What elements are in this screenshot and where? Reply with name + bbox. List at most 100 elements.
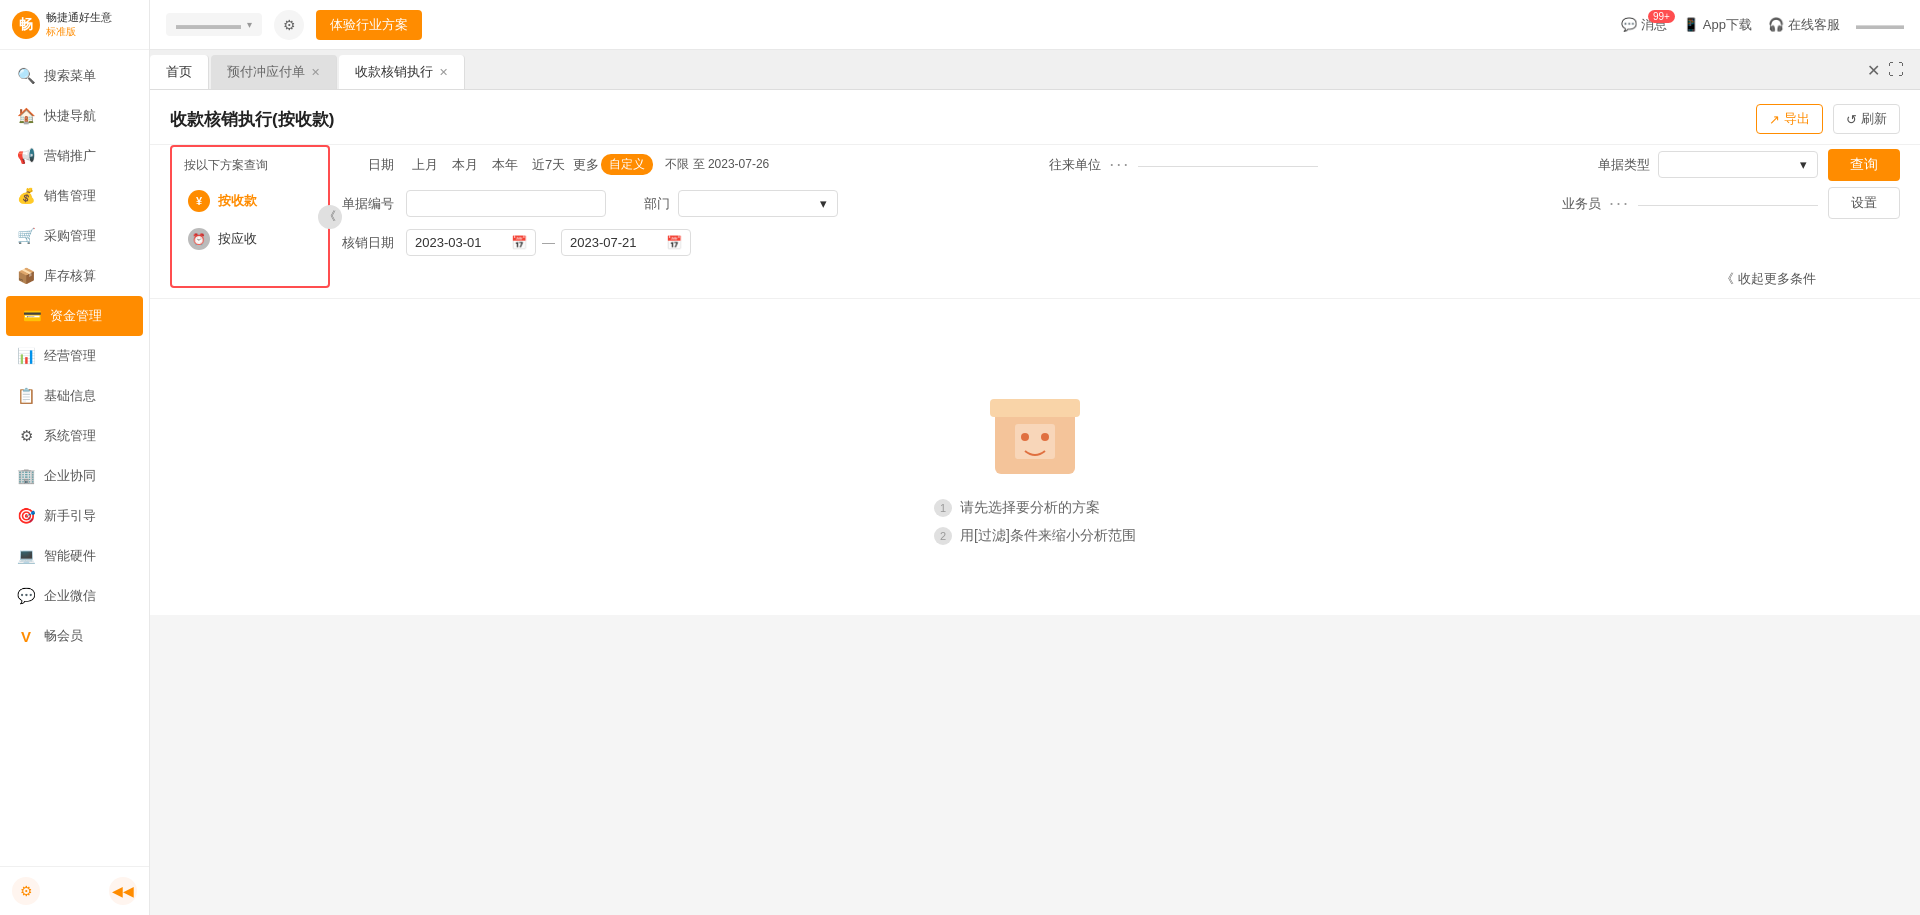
export-icon: ↗: [1769, 112, 1780, 127]
query-btn[interactable]: 查询: [1828, 149, 1900, 181]
date-7days[interactable]: 近7天: [526, 154, 571, 176]
dept-label: 部门: [618, 195, 670, 213]
sidebar-item-operation[interactable]: 📊 经营管理: [0, 336, 149, 376]
sidebar-item-finance[interactable]: 💳 资金管理: [6, 296, 143, 336]
member-icon: V: [16, 626, 36, 646]
staff-label: 业务员: [1549, 195, 1601, 213]
topbar-left: ▬▬▬▬▬ ▾ ⚙ 体验行业方案: [166, 10, 422, 40]
svg-point-4: [1041, 433, 1049, 441]
message-btn[interactable]: 💬 消息 99+: [1621, 16, 1667, 34]
tab-prepay-label: 预付冲应付单: [227, 63, 305, 81]
search-icon: 🔍: [16, 66, 36, 86]
base-icon: 📋: [16, 386, 36, 406]
verify-date-label: 核销日期: [342, 234, 394, 252]
tab-home[interactable]: 首页: [150, 55, 209, 89]
sidebar-item-purchase[interactable]: 🛒 采购管理: [0, 216, 149, 256]
sidebar-item-inventory[interactable]: 📦 库存核算: [0, 256, 149, 296]
sidebar-item-wechat[interactable]: 💬 企业微信: [0, 576, 149, 616]
date-more[interactable]: 更多: [573, 156, 599, 174]
collapse-sidebar-btn[interactable]: ◀◀: [109, 877, 137, 905]
dept-select[interactable]: ▾: [678, 190, 838, 217]
tab-prepay[interactable]: 预付冲应付单 ✕: [211, 55, 337, 89]
staff-dots: ···: [1609, 193, 1630, 214]
tab-prepay-close[interactable]: ✕: [311, 66, 320, 79]
message-icon: 💬: [1621, 17, 1637, 32]
service-icon: 🎧: [1768, 17, 1784, 32]
home-icon: 🏠: [16, 106, 36, 126]
filter-settings-btn[interactable]: 设置: [1828, 187, 1900, 219]
wechat-icon: 💬: [16, 586, 36, 606]
online-service-btn[interactable]: 🎧 在线客服: [1768, 16, 1840, 34]
page-inner: 收款核销执行(按收款) ↗ 导出 ↺ 刷新 按以下方案查询: [150, 90, 1920, 615]
collapse-more-btn[interactable]: 《 收起更多条件: [1721, 270, 1820, 288]
date-custom[interactable]: 自定义: [601, 154, 653, 175]
settings-footer-btn[interactable]: ⚙: [12, 877, 40, 905]
sidebar-item-enterprise[interactable]: 🏢 企业协同: [0, 456, 149, 496]
user-info[interactable]: ▬▬▬▬: [1856, 18, 1904, 32]
filter-panel: 按以下方案查询 ¥ 按收款 ⏰ 按应收 《: [170, 145, 330, 288]
sidebar-item-member[interactable]: V 畅会员: [0, 616, 149, 656]
empty-illustration: [975, 379, 1095, 479]
app-version: 标准版: [46, 25, 112, 39]
tabbar: 首页 预付冲应付单 ✕ 收款核销执行 ✕ ✕ ⛶: [150, 50, 1920, 90]
empty-hints: 1 请先选择要分析的方案 2 用[过滤]条件来缩小分析范围: [934, 499, 1136, 555]
filter-actions: 查询 设置: [1828, 145, 1900, 219]
page-header-actions: ↗ 导出 ↺ 刷新: [1756, 104, 1900, 134]
filter-row-3: 核销日期 2023-03-01 📅 — 2023-07-21: [342, 223, 1818, 262]
export-btn[interactable]: ↗ 导出: [1756, 104, 1823, 134]
refresh-btn[interactable]: ↺ 刷新: [1833, 104, 1900, 134]
date-this-year[interactable]: 本年: [486, 154, 524, 176]
doc-type-label: 单据类型: [1598, 156, 1650, 174]
filter-item-by-receivable[interactable]: ⏰ 按应收: [172, 220, 328, 258]
verify-date-start-input[interactable]: 2023-03-01 📅: [406, 229, 536, 256]
sidebar-footer: ⚙ ◀◀: [0, 866, 149, 915]
filter-panel-collapse-btn[interactable]: 《: [318, 205, 342, 229]
industry-solution-btn[interactable]: 体验行业方案: [316, 10, 422, 40]
sidebar-item-shortcut[interactable]: 🏠 快捷导航: [0, 96, 149, 136]
sidebar-item-marketing[interactable]: 📢 营销推广: [0, 136, 149, 176]
main-area: ▬▬▬▬▬ ▾ ⚙ 体验行业方案 💬 消息 99+ 📱 App下载 🎧 在线客服: [150, 0, 1920, 915]
topbar-settings-btn[interactable]: ⚙: [274, 10, 304, 40]
purchase-icon: 🛒: [16, 226, 36, 246]
filter-icon-receivable: ⏰: [188, 228, 210, 250]
brand-name: ▬▬▬▬▬: [176, 17, 241, 32]
app-logo: 畅 畅捷通好生意 标准版: [0, 0, 149, 50]
sidebar-item-search[interactable]: 🔍 搜索菜单: [0, 56, 149, 96]
hardware-icon: 💻: [16, 546, 36, 566]
date-last-month[interactable]: 上月: [406, 154, 444, 176]
refresh-icon: ↺: [1846, 112, 1857, 127]
filter-item-receivable-label: 按应收: [218, 230, 257, 248]
operation-icon: 📊: [16, 346, 36, 366]
sidebar-item-hardware[interactable]: 💻 智能硬件: [0, 536, 149, 576]
expand-tab-btn[interactable]: ⛶: [1888, 60, 1904, 79]
tab-receipts-label: 收款核销执行: [355, 63, 433, 81]
finance-icon: 💳: [22, 306, 42, 326]
system-icon: ⚙: [16, 426, 36, 446]
tabbar-actions: ✕ ⛶: [1867, 60, 1904, 79]
topbar-right: 💬 消息 99+ 📱 App下载 🎧 在线客服 ▬▬▬▬: [1621, 16, 1904, 34]
page-header: 收款核销执行(按收款) ↗ 导出 ↺ 刷新: [150, 90, 1920, 145]
tab-receipts[interactable]: 收款核销执行 ✕: [339, 55, 465, 89]
doc-no-input[interactable]: [406, 190, 606, 217]
tab-receipts-close[interactable]: ✕: [439, 66, 448, 79]
inventory-icon: 📦: [16, 266, 36, 286]
app-download-btn[interactable]: 📱 App下载: [1683, 16, 1752, 34]
sidebar-item-base[interactable]: 📋 基础信息: [0, 376, 149, 416]
marketing-icon: 📢: [16, 146, 36, 166]
doc-type-select[interactable]: ▾: [1658, 151, 1818, 178]
verify-date-end-input[interactable]: 2023-07-21 📅: [561, 229, 691, 256]
svg-point-3: [1021, 433, 1029, 441]
filter-panel-title: 按以下方案查询: [172, 155, 328, 182]
filter-item-by-receipt[interactable]: ¥ 按收款: [172, 182, 328, 220]
close-tab-btn[interactable]: ✕: [1867, 60, 1880, 79]
sidebar-item-system[interactable]: ⚙ 系统管理: [0, 416, 149, 456]
svg-rect-2: [1015, 424, 1055, 459]
brand-dropdown-icon: ▾: [247, 19, 252, 30]
brand-selector[interactable]: ▬▬▬▬▬ ▾: [166, 13, 262, 36]
page-content: 收款核销执行(按收款) ↗ 导出 ↺ 刷新 按以下方案查询: [150, 90, 1920, 915]
date-this-month[interactable]: 本月: [446, 154, 484, 176]
collapse-chevron-icon: 《: [1721, 270, 1734, 288]
sidebar-item-sales[interactable]: 💰 销售管理: [0, 176, 149, 216]
empty-hint-2: 2 用[过滤]条件来缩小分析范围: [934, 527, 1136, 545]
sidebar-item-guide[interactable]: 🎯 新手引导: [0, 496, 149, 536]
